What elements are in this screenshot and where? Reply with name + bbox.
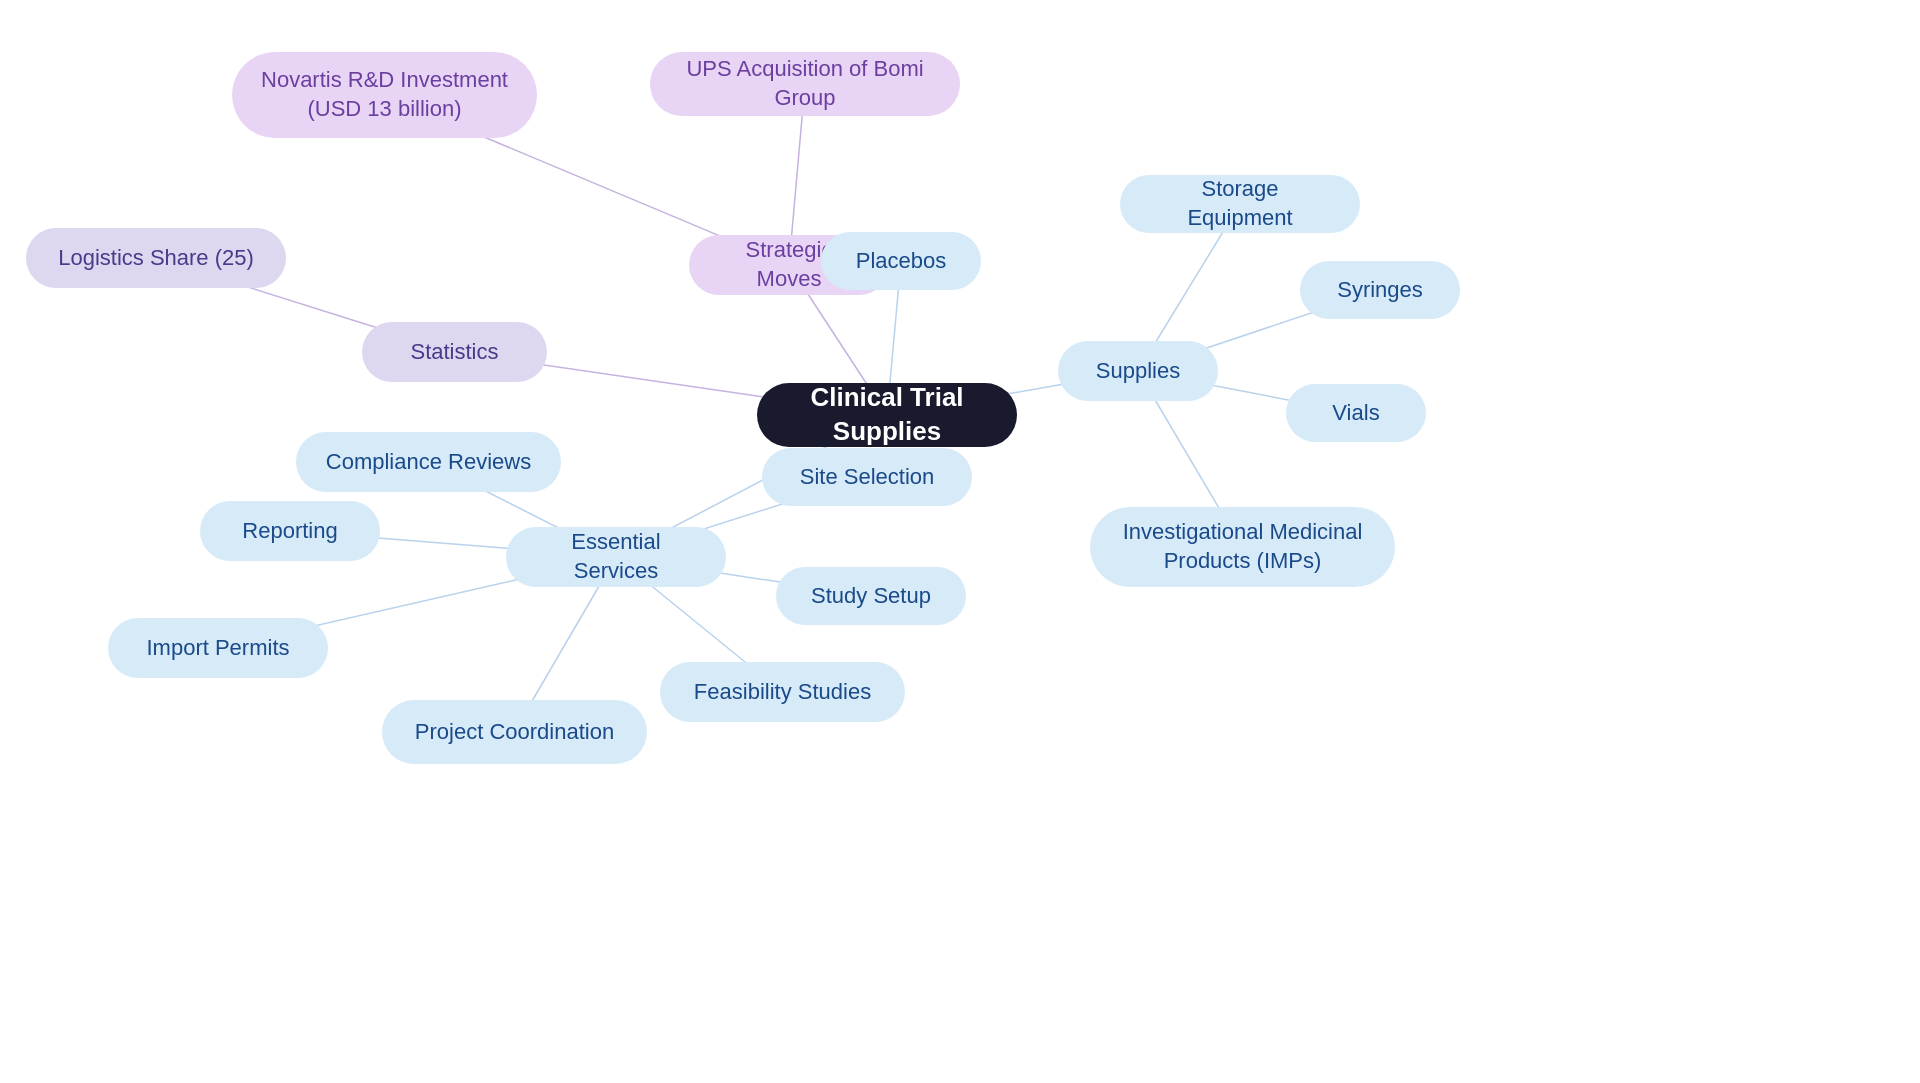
reporting-node: Reporting xyxy=(200,501,380,561)
reporting-label: Reporting xyxy=(242,517,337,546)
vials-label: Vials xyxy=(1332,399,1379,428)
supplies-label: Supplies xyxy=(1096,357,1180,386)
placebos-label: Placebos xyxy=(856,247,947,276)
site-selection-label: Site Selection xyxy=(800,463,935,492)
project-coord-node: Project Coordination xyxy=(382,700,647,764)
study-setup-node: Study Setup xyxy=(776,567,966,625)
supplies-node: Supplies xyxy=(1058,341,1218,401)
imps-label: Investigational Medicinal Products (IMPs… xyxy=(1118,518,1367,575)
essential-services-node: Essential Services xyxy=(506,527,726,587)
project-coord-label: Project Coordination xyxy=(415,718,614,747)
syringes-label: Syringes xyxy=(1337,276,1423,305)
import-permits-label: Import Permits xyxy=(146,634,289,663)
ups-node: UPS Acquisition of Bomi Group xyxy=(650,52,960,116)
feasibility-node: Feasibility Studies xyxy=(660,662,905,722)
site-selection-node: Site Selection xyxy=(762,448,972,506)
novartis-node: Novartis R&D Investment (USD 13 billion) xyxy=(232,52,537,138)
compliance-label: Compliance Reviews xyxy=(326,448,531,477)
statistics-node: Statistics xyxy=(362,322,547,382)
logistics-node: Logistics Share (25) xyxy=(26,228,286,288)
ups-label: UPS Acquisition of Bomi Group xyxy=(678,55,932,112)
import-permits-node: Import Permits xyxy=(108,618,328,678)
statistics-label: Statistics xyxy=(410,338,498,367)
center-node: Clinical Trial Supplies xyxy=(757,383,1017,447)
vials-node: Vials xyxy=(1286,384,1426,442)
compliance-node: Compliance Reviews xyxy=(296,432,561,492)
placebos-node: Placebos xyxy=(821,232,981,290)
syringes-node: Syringes xyxy=(1300,261,1460,319)
center-label: Clinical Trial Supplies xyxy=(805,381,969,449)
storage-label: Storage Equipment xyxy=(1148,175,1332,232)
feasibility-label: Feasibility Studies xyxy=(694,678,871,707)
study-setup-label: Study Setup xyxy=(811,582,931,611)
logistics-label: Logistics Share (25) xyxy=(58,244,254,273)
essential-label: Essential Services xyxy=(534,528,698,585)
imps-node: Investigational Medicinal Products (IMPs… xyxy=(1090,507,1395,587)
novartis-label: Novartis R&D Investment (USD 13 billion) xyxy=(260,66,509,123)
storage-node: Storage Equipment xyxy=(1120,175,1360,233)
